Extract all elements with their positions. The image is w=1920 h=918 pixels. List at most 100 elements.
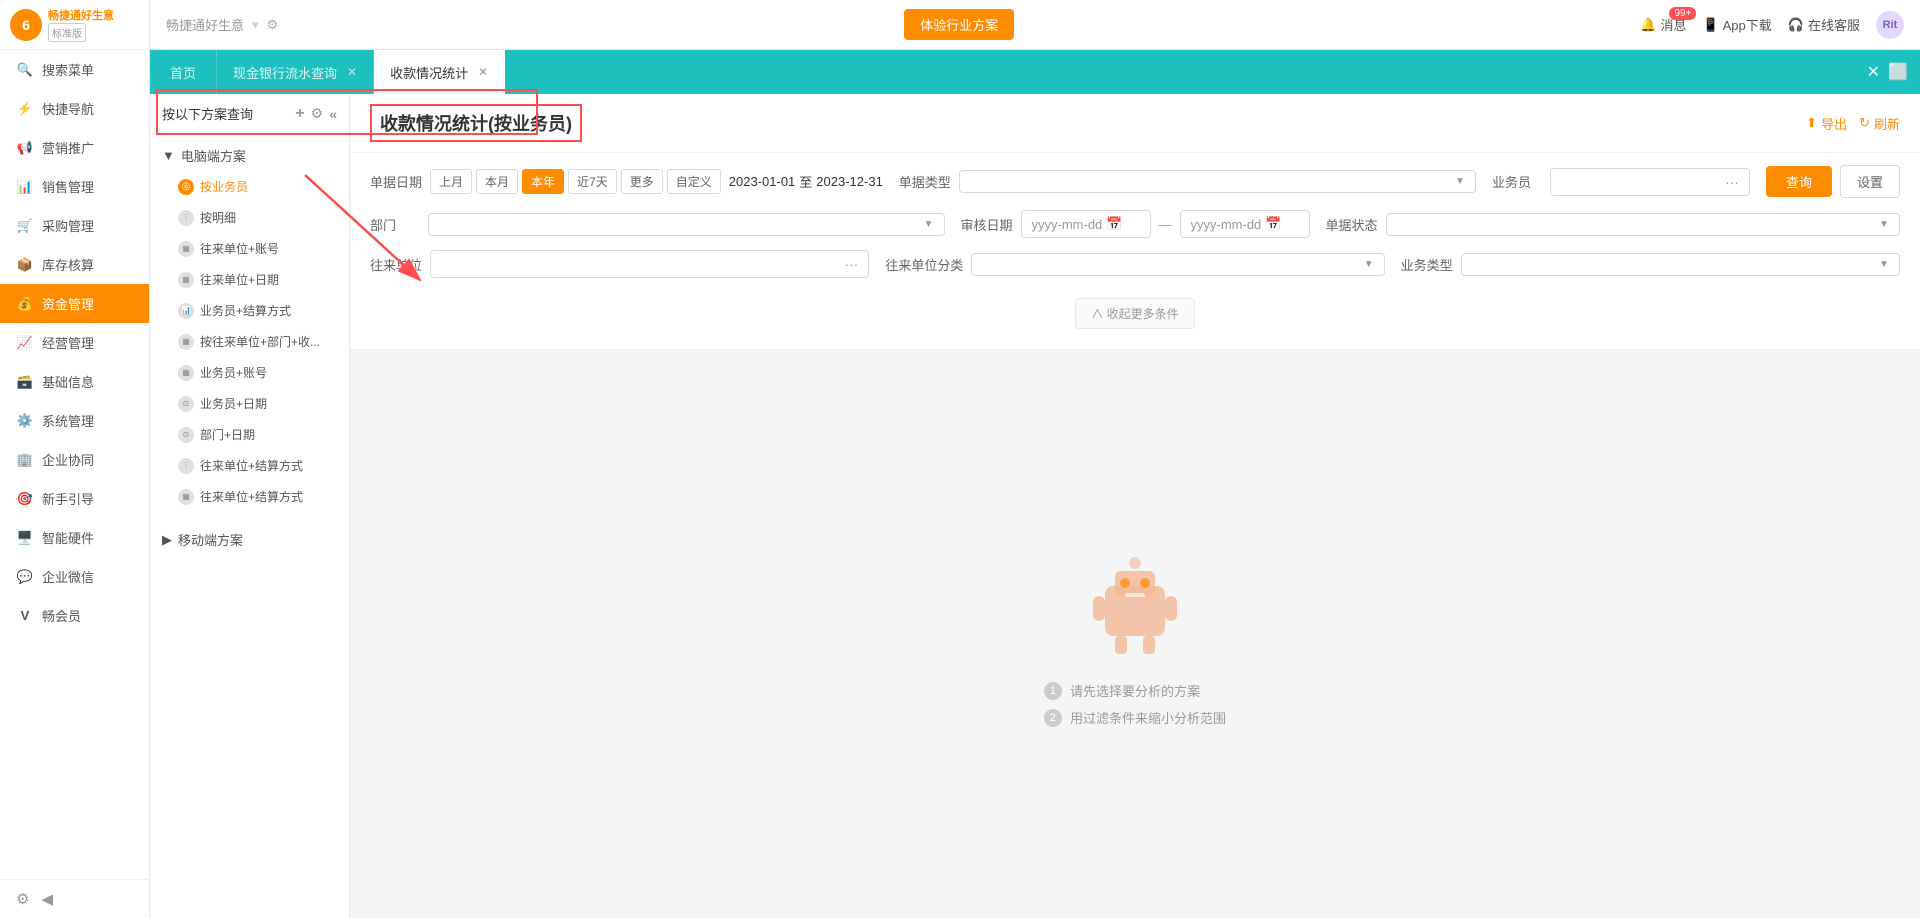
left-panel-title: 按以下方案查询 [162, 104, 253, 123]
sidebar-item-inventory[interactable]: 📦 库存核算 [0, 245, 149, 284]
sidebar-nav: 🔍 搜索菜单 ⚡ 快捷导航 📢 营销推广 📊 销售管理 🛒 采购管理 📦 库存核… [0, 50, 149, 879]
sidebar-item-wechat[interactable]: 💬 企业微信 [0, 557, 149, 596]
tab-bar: 首页 现金银行流水查询 ✕ 收款情况统计 ✕ ✕ ⬜ [150, 50, 1920, 94]
refresh-btn[interactable]: ↻ 刷新 [1859, 114, 1900, 133]
filter-row-2: 部门 ▼ 审核日期 yyyy-mm-dd 📅 — [370, 210, 1900, 238]
tab-maximize-icon[interactable]: ⬜ [1888, 62, 1908, 82]
left-panel-header: 按以下方案查询 + ⚙ « [150, 94, 349, 134]
messages-btn[interactable]: 🔔 消息 99+ [1640, 15, 1686, 34]
logo-icon: 6 [10, 9, 42, 41]
export-btn[interactable]: ⬆ 导出 [1806, 114, 1847, 133]
settings-plan-icon[interactable]: ⚙ [311, 105, 324, 122]
app-download-btn[interactable]: 📱 App下载 [1702, 15, 1771, 34]
plan-item-label: 按业务员 [200, 178, 248, 195]
tab-receivable-stats-close[interactable]: ✕ [478, 65, 488, 79]
filter-row-3: 往来单位 ··· 往来单位分类 ▼ 业务 [370, 250, 1900, 278]
sidebar-item-enterprise[interactable]: 🏢 企业协同 [0, 440, 149, 479]
plan-item-dept-date[interactable]: ⊙ 部门+日期 [150, 419, 349, 450]
sidebar-item-shortcut[interactable]: ⚡ 快捷导航 [0, 89, 149, 128]
plan-item-unit-settle2[interactable]: ▦ 往来单位+结算方式 [150, 481, 349, 512]
biz-type-select[interactable]: ▼ [1461, 253, 1900, 276]
service-icon: 🎧 [1788, 17, 1804, 33]
plan-item-by-staff[interactable]: ◎ 按业务员 [150, 171, 349, 202]
plan-icon-unit-account: ▦ [178, 241, 194, 257]
tab-bank-flow-close[interactable]: ✕ [347, 65, 357, 79]
sidebar-item-operation[interactable]: 📈 经营管理 [0, 323, 149, 362]
collapse-more-btn[interactable]: ∧ 收起更多条件 [1075, 298, 1195, 329]
unit-type-select[interactable]: ▼ [971, 253, 1384, 276]
mobile-icon: 📱 [1702, 17, 1718, 33]
sidebar-item-hardware[interactable]: 🖥️ 智能硬件 [0, 518, 149, 557]
date-tab-this-month[interactable]: 本月 [476, 169, 518, 194]
sidebar-item-system[interactable]: ⚙️ 系统管理 [0, 401, 149, 440]
tab-close-all-icon[interactable]: ✕ [1867, 62, 1880, 82]
empty-tip-1: 1 请先选择要分析的方案 [1044, 681, 1226, 700]
messages-badge: 99+ [1669, 7, 1696, 20]
date-tab-this-year[interactable]: 本年 [522, 169, 564, 194]
setting-btn[interactable]: 设置 [1840, 165, 1900, 198]
staff-more-icon[interactable]: ··· [1725, 174, 1739, 190]
plan-item-label: 业务员+结算方式 [200, 302, 291, 319]
date-tab-7days[interactable]: 近7天 [568, 169, 617, 194]
sidebar-item-search[interactable]: 🔍 搜索菜单 [0, 50, 149, 89]
review-date-from-input[interactable]: yyyy-mm-dd 📅 [1021, 210, 1151, 238]
online-service-btn[interactable]: 🎧 在线客服 [1788, 15, 1860, 34]
date-tab-last-month[interactable]: 上月 [430, 169, 472, 194]
sidebar-item-finance[interactable]: 💰 资金管理 [0, 284, 149, 323]
tab-actions: ✕ ⬜ [1855, 62, 1920, 82]
date-tab-more[interactable]: 更多 [621, 169, 663, 194]
plan-item-staff-date[interactable]: ⊙ 业务员+日期 [150, 388, 349, 419]
doc-status-select[interactable]: ▼ [1386, 213, 1900, 236]
plan-item-unit-settle1[interactable]: ⋮ 往来单位+结算方式 [150, 450, 349, 481]
plan-item-staff-settle[interactable]: 📊 业务员+结算方式 [150, 295, 349, 326]
unit-select[interactable]: ··· [430, 250, 869, 278]
sidebar-item-label: 新手引导 [42, 489, 94, 508]
plan-item-by-detail[interactable]: ⋮ 按明细 [150, 202, 349, 233]
plan-item-unit-account[interactable]: ▦ 往来单位+账号 [150, 233, 349, 264]
add-plan-icon[interactable]: + [295, 105, 304, 123]
sidebar-item-sales[interactable]: 📊 销售管理 [0, 167, 149, 206]
dept-select[interactable]: ▼ [428, 213, 945, 236]
query-btn[interactable]: 查询 [1766, 166, 1832, 197]
plan-icon-unit-dept: ▦ [178, 334, 194, 350]
review-date-to-input[interactable]: yyyy-mm-dd 📅 [1180, 210, 1310, 238]
empty-tips: 1 请先选择要分析的方案 2 用过滤条件来缩小分析范围 [1044, 681, 1226, 727]
top-header: 畅捷通好生意 ▾ ⚙ 体验行业方案 🔔 消息 99+ 📱 App下载 🎧 在线客… [150, 0, 1920, 50]
plan-item-label: 业务员+日期 [200, 395, 267, 412]
date-to: 2023-12-31 [816, 174, 883, 189]
trial-btn[interactable]: 体验行业方案 [904, 9, 1014, 40]
plan-group-pc-header[interactable]: ▼ 电脑端方案 [150, 140, 349, 171]
biz-type-arrow: ▼ [1879, 259, 1889, 270]
plan-item-unit-dept[interactable]: ▦ 按往来单位+部门+收... [150, 326, 349, 357]
export-icon: ⬆ [1806, 115, 1817, 131]
marketing-icon: 📢 [16, 139, 34, 157]
tab-home[interactable]: 首页 [150, 50, 217, 94]
sidebar-item-member[interactable]: V 畅会员 [0, 596, 149, 635]
biz-type-label: 业务类型 [1401, 255, 1453, 274]
date-tab-custom[interactable]: 自定义 [667, 169, 721, 194]
sidebar-item-purchase[interactable]: 🛒 采购管理 [0, 206, 149, 245]
settings-bottom-icon[interactable]: ⚙ [16, 890, 29, 908]
sidebar-item-guide[interactable]: 🎯 新手引导 [0, 479, 149, 518]
review-date-label: 审核日期 [961, 215, 1013, 234]
collapse-sidebar-icon[interactable]: ◀ [41, 890, 53, 908]
avatar[interactable]: Rit [1876, 11, 1904, 39]
collapse-panel-icon[interactable]: « [329, 106, 337, 122]
content-area: 按以下方案查询 + ⚙ « ▼ 电脑端方案 ◎ 按业务员 ⋮ [150, 94, 1920, 918]
unit-more-icon[interactable]: ··· [844, 256, 858, 272]
tab-receivable-stats[interactable]: 收款情况统计 ✕ [374, 50, 505, 94]
tab-bank-flow[interactable]: 现金银行流水查询 ✕ [217, 50, 374, 94]
settings-gear-icon[interactable]: ⚙ [267, 17, 279, 33]
plan-group-mobile-header[interactable]: ▶ 移动端方案 [150, 524, 349, 555]
sidebar-item-marketing[interactable]: 📢 营销推广 [0, 128, 149, 167]
guide-icon: 🎯 [16, 490, 34, 508]
plan-item-label: 往来单位+账号 [200, 240, 279, 257]
refresh-icon: ↻ [1859, 115, 1870, 131]
plan-item-unit-date[interactable]: ▦ 往来单位+日期 [150, 264, 349, 295]
purchase-icon: 🛒 [16, 217, 34, 235]
staff-select[interactable]: ··· [1550, 168, 1750, 196]
plan-item-staff-account[interactable]: ▦ 业务员+账号 [150, 357, 349, 388]
doc-type-select[interactable]: ▼ [959, 170, 1476, 193]
chevron-right-icon: ▶ [162, 532, 172, 548]
sidebar-item-basic[interactable]: 🗃️ 基础信息 [0, 362, 149, 401]
